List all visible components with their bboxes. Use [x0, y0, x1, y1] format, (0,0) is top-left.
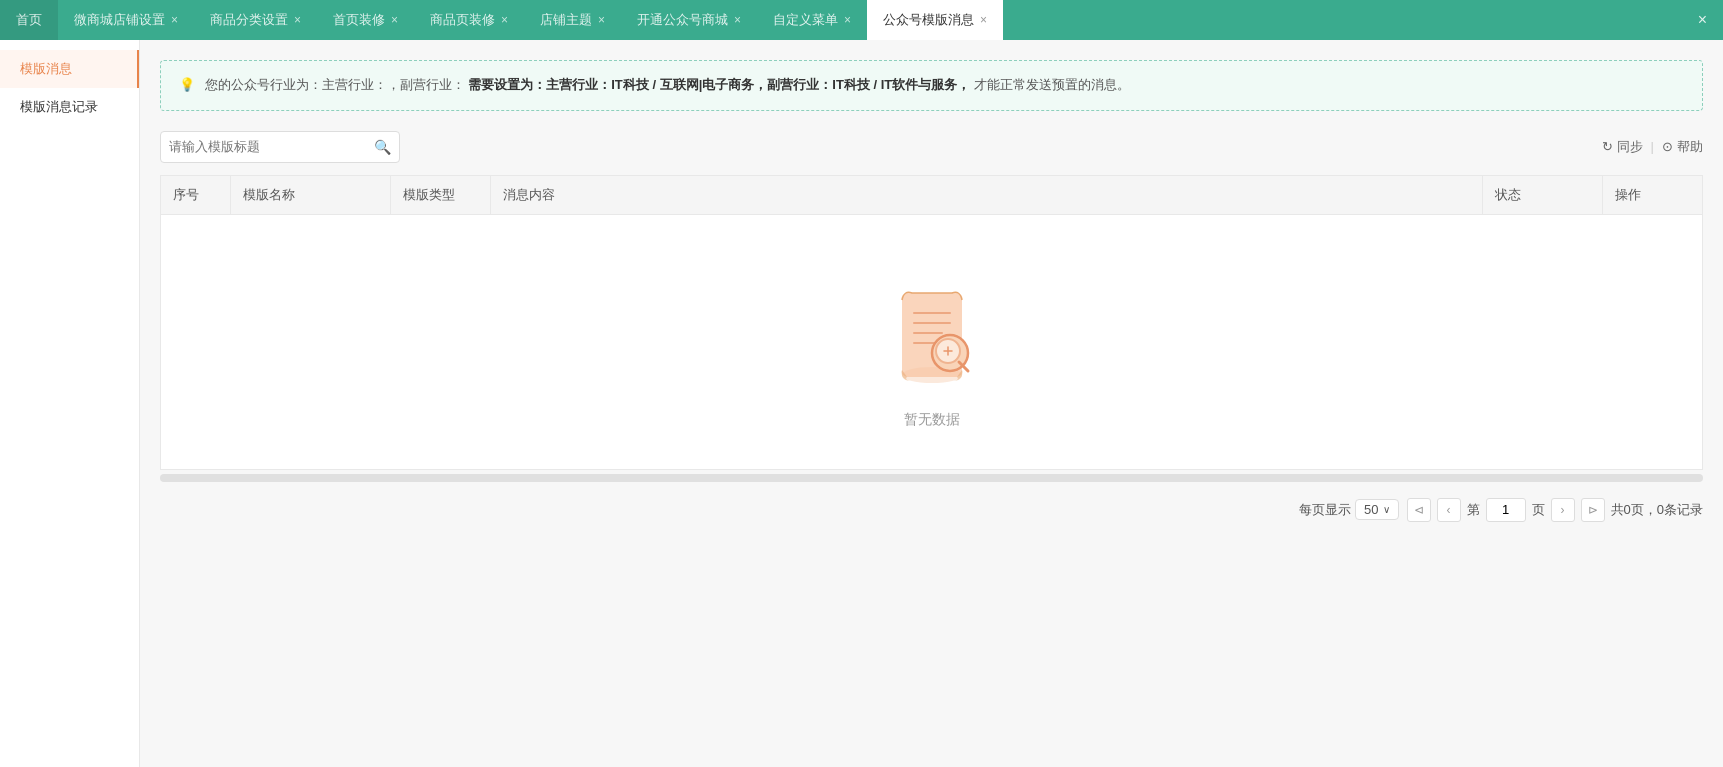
page-size-dropdown[interactable]: 50 ∨ [1355, 499, 1398, 520]
tab-template-msg[interactable]: 公众号模版消息 × [867, 0, 1003, 40]
tab-home-decor[interactable]: 首页装修 × [317, 0, 414, 40]
sidebar: 模版消息 模版消息记录 [0, 40, 140, 767]
search-input[interactable] [169, 139, 374, 154]
last-page-button[interactable]: ⊳ [1581, 498, 1605, 522]
search-bar: 🔍 ↻ 同步 | ⊙ 帮助 [160, 131, 1703, 163]
sync-button[interactable]: ↻ 同步 [1602, 138, 1643, 156]
sidebar-item-template-msg[interactable]: 模版消息 [0, 50, 139, 88]
tab-bar: 首页 微商城店铺设置 × 商品分类设置 × 首页装修 × 商品页装修 × 店铺主… [0, 0, 1723, 40]
page-unit: 页 [1532, 501, 1545, 519]
sidebar-item-template-msg-record[interactable]: 模版消息记录 [0, 88, 139, 126]
search-icon[interactable]: 🔍 [374, 139, 391, 155]
data-table: 序号 模版名称 模版类型 消息内容 状态 操作 [160, 175, 1703, 470]
first-page-button[interactable]: ⊲ [1407, 498, 1431, 522]
tab-category-settings[interactable]: 商品分类设置 × [194, 0, 317, 40]
search-input-wrap[interactable]: 🔍 [160, 131, 400, 163]
page-size-select: 每页显示 50 ∨ [1299, 499, 1398, 520]
page-size-label: 每页显示 [1299, 501, 1351, 519]
col-header-status: 状态 [1483, 175, 1603, 214]
col-header-content: 消息内容 [491, 175, 1483, 214]
horizontal-scrollbar[interactable] [160, 474, 1703, 482]
close-tab-category[interactable]: × [294, 13, 301, 27]
close-all-tabs[interactable]: × [1682, 11, 1723, 29]
current-page-input[interactable] [1486, 498, 1526, 522]
tab-product-decor[interactable]: 商品页装修 × [414, 0, 524, 40]
tab-store-theme[interactable]: 店铺主题 × [524, 0, 621, 40]
close-tab-product-decor[interactable]: × [501, 13, 508, 27]
prev-page-button[interactable]: ‹ [1437, 498, 1461, 522]
col-header-seq: 序号 [161, 175, 231, 214]
next-page-button[interactable]: › [1551, 498, 1575, 522]
pagination: 每页显示 50 ∨ ⊲ ‹ 第 页 › ⊳ 共0页，0条记录 [160, 486, 1703, 526]
total-records: 共0页，0条记录 [1611, 501, 1703, 519]
empty-icon [872, 275, 992, 395]
close-tab-store-theme[interactable]: × [598, 13, 605, 27]
content-area: 💡 您的公众号行业为：主营行业：，副营行业： 需要设置为：主营行业：IT科技 /… [140, 40, 1723, 767]
close-tab-template-msg[interactable]: × [980, 13, 987, 27]
close-tab-custom-menu[interactable]: × [844, 13, 851, 27]
main-layout: 模版消息 模版消息记录 💡 您的公众号行业为：主营行业：，副营行业： 需要设置为… [0, 40, 1723, 767]
page-nav: ⊲ ‹ 第 页 › ⊳ 共0页，0条记录 [1407, 498, 1703, 522]
close-tab-store-settings[interactable]: × [171, 13, 178, 27]
close-tab-home-decor[interactable]: × [391, 13, 398, 27]
lightbulb-icon: 💡 [179, 77, 195, 92]
help-icon: ⊙ [1662, 139, 1673, 154]
col-header-name: 模版名称 [231, 175, 391, 214]
table-header-row: 序号 模版名称 模版类型 消息内容 状态 操作 [161, 175, 1703, 214]
tab-custom-menu[interactable]: 自定义菜单 × [757, 0, 867, 40]
close-tab-wechat-store[interactable]: × [734, 13, 741, 27]
tab-open-wechat-store[interactable]: 开通公众号商城 × [621, 0, 757, 40]
sync-icon: ↻ [1602, 139, 1613, 154]
empty-state-row: 暂无数据 [161, 214, 1703, 469]
scrollbar-track [160, 474, 1703, 482]
toolbar-right: ↻ 同步 | ⊙ 帮助 [1602, 138, 1703, 156]
page-size-value: 50 [1364, 502, 1378, 517]
empty-text: 暂无数据 [161, 411, 1702, 429]
chevron-down-icon: ∨ [1383, 504, 1390, 515]
notice-box: 💡 您的公众号行业为：主营行业：，副营行业： 需要设置为：主营行业：IT科技 /… [160, 60, 1703, 111]
divider: | [1651, 139, 1654, 154]
tab-home[interactable]: 首页 [0, 0, 58, 40]
tab-store-settings[interactable]: 微商城店铺设置 × [58, 0, 194, 40]
page-label: 第 [1467, 501, 1480, 519]
empty-state: 暂无数据 [161, 215, 1702, 469]
help-button[interactable]: ⊙ 帮助 [1662, 138, 1703, 156]
col-header-action: 操作 [1603, 175, 1703, 214]
col-header-type: 模版类型 [391, 175, 491, 214]
